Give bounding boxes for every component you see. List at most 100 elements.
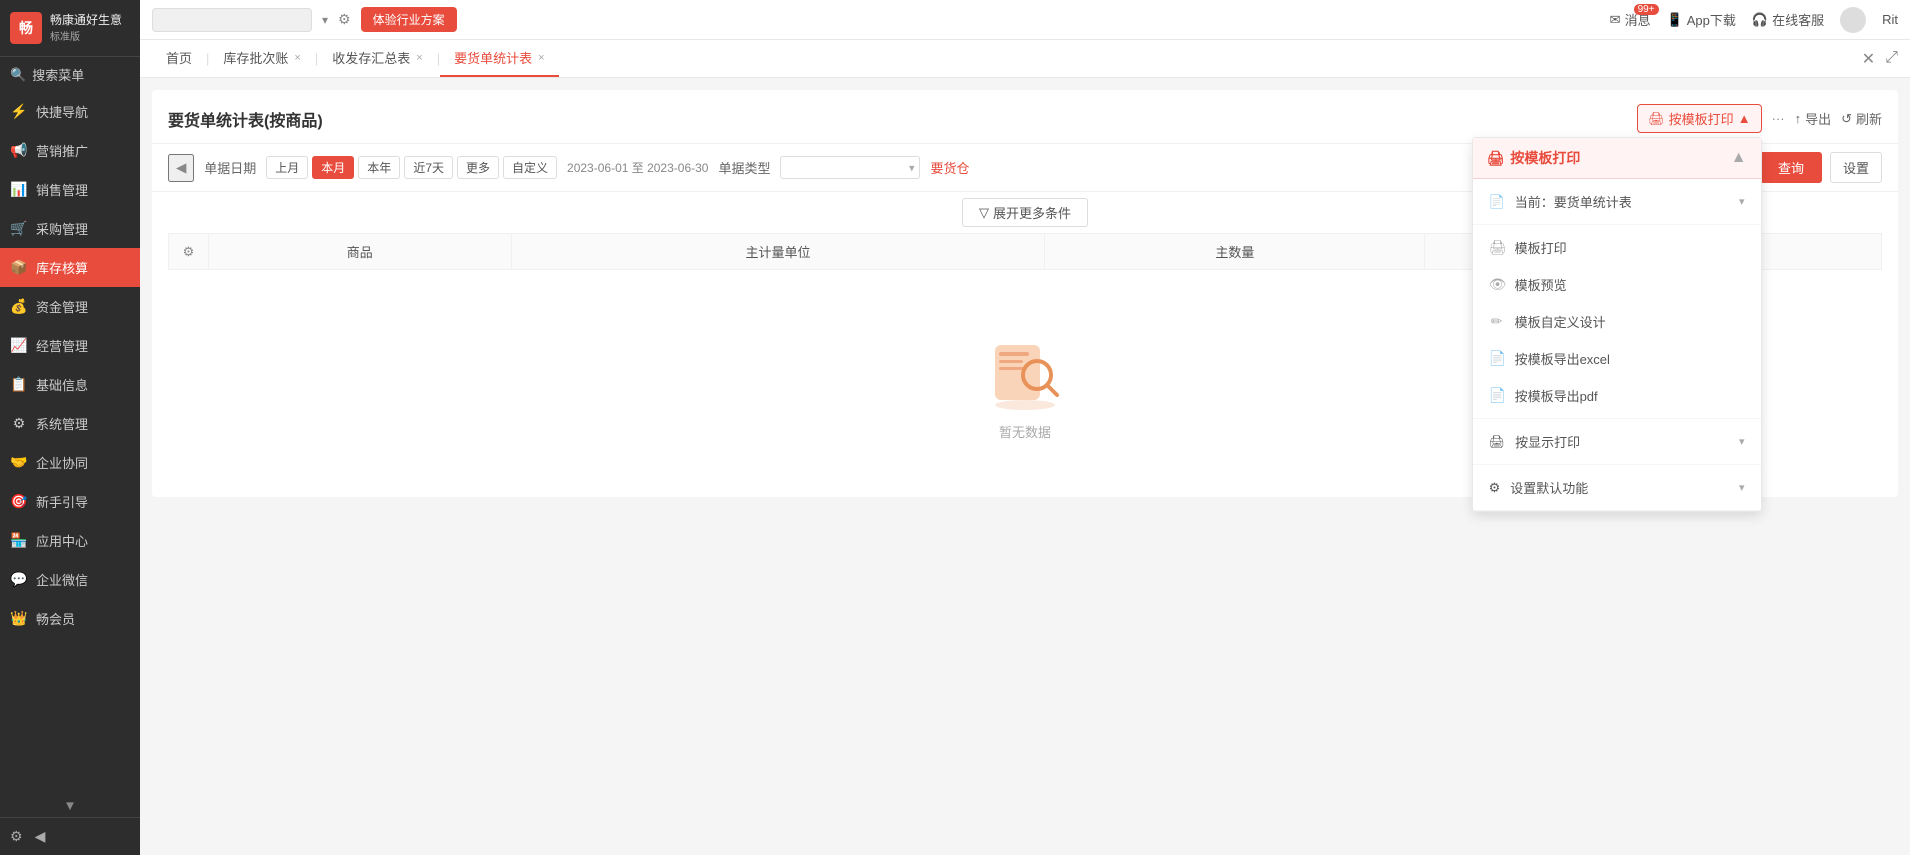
tab-receipt-close-icon[interactable]: × <box>416 52 422 64</box>
settings-footer-icon[interactable]: ⚙ <box>10 828 23 845</box>
sidebar-item-inventory[interactable]: 📦 库存核算 <box>0 248 140 287</box>
print-label: 按模板打印 <box>1669 109 1734 128</box>
tab-batch-account-label: 库存批次账 <box>223 48 288 67</box>
printer-icon: 🖨 <box>1648 111 1665 127</box>
topbar-chevron-icon[interactable]: ▾ <box>322 13 328 27</box>
print-dropdown-current-section: 📄 当前：要货单统计表 ▾ <box>1473 179 1761 225</box>
sidebar-item-label: 畅会员 <box>36 609 75 628</box>
default-func-item[interactable]: ⚙ 设置默认功能 ▾ <box>1473 469 1761 506</box>
settings-button[interactable]: 设置 <box>1830 152 1882 183</box>
page-header: 要货单统计表(按商品) 🖨 按模板打印 ▲ 🖨 <box>152 90 1898 143</box>
type-select[interactable] <box>780 156 920 179</box>
print-dropdown-title-text: 按模板打印 <box>1510 148 1580 168</box>
type-select-wrap <box>780 156 920 179</box>
sidebar-item-guide[interactable]: 🎯 新手引导 <box>0 482 140 521</box>
sidebar: 畅 畅康通好生意 标准版 🔍 搜索菜单 ⚡ 快捷导航 📢 营销推广 📊 销售管理… <box>0 0 140 855</box>
template-print-label: 模板打印 <box>1515 238 1567 257</box>
sidebar-item-purchase[interactable]: 🛒 采购管理 <box>0 209 140 248</box>
sidebar-item-sales[interactable]: 📊 销售管理 <box>0 170 140 209</box>
sidebar-item-label: 新手引导 <box>36 492 88 511</box>
print-dropdown-current[interactable]: 📄 当前：要货单统计表 ▾ <box>1473 183 1761 220</box>
sidebar-item-wechat[interactable]: 💬 企业微信 <box>0 560 140 599</box>
display-print-item[interactable]: 🖨 按显示打印 ▾ <box>1473 423 1761 460</box>
table-col-settings[interactable]: ⚙ <box>169 234 209 270</box>
sidebar-item-basic[interactable]: 📋 基础信息 <box>0 365 140 404</box>
print-button[interactable]: 🖨 按模板打印 ▲ <box>1637 104 1761 133</box>
trial-button[interactable]: 体验行业方案 <box>361 7 457 32</box>
export-label: 导出 <box>1805 109 1831 128</box>
action-buttons: 查询 设置 <box>1760 152 1882 183</box>
sidebar-item-label: 库存核算 <box>36 258 88 277</box>
sidebar-item-finance[interactable]: 💰 资金管理 <box>0 287 140 326</box>
date-last-month-button[interactable]: 上月 <box>266 156 308 179</box>
tab-batch-close-icon[interactable]: × <box>294 52 300 64</box>
sidebar-item-label: 销售管理 <box>36 180 88 199</box>
printer-icon-header: 🖨 <box>1487 150 1505 167</box>
refresh-label: 刷新 <box>1856 109 1882 128</box>
topbar-gear-icon[interactable]: ⚙ <box>338 11 351 28</box>
query-button[interactable]: 查询 <box>1760 152 1822 183</box>
logo-name: 畅康通好生意 <box>50 13 122 29</box>
sidebar-item-member[interactable]: 👑 畅会员 <box>0 599 140 638</box>
logo-icon: 畅 <box>10 12 42 44</box>
sidebar-search[interactable]: 🔍 搜索菜单 <box>0 57 140 92</box>
messages-button[interactable]: ✉ 消息 99+ <box>1610 10 1651 29</box>
date-this-month-button[interactable]: 本月 <box>312 156 354 179</box>
table-settings-icon[interactable]: ⚙ <box>183 244 195 259</box>
tab-receipt-summary[interactable]: 收发存汇总表 × <box>318 40 436 77</box>
app-download-button[interactable]: 📱 App下载 <box>1667 10 1736 29</box>
window-close-icon[interactable]: ✕ <box>1862 49 1875 69</box>
sidebar-nav: ⚡ 快捷导航 📢 营销推广 📊 销售管理 🛒 采购管理 📦 库存核算 💰 资金管… <box>0 92 140 794</box>
template-pdf-label: 按模板导出pdf <box>1515 386 1598 405</box>
tab-home[interactable]: 首页 <box>152 40 206 77</box>
sidebar-item-operation[interactable]: 📈 经营管理 <box>0 326 140 365</box>
sidebar-item-quick-nav[interactable]: ⚡ 快捷导航 <box>0 92 140 131</box>
template-export-pdf-item[interactable]: 📄 按模板导出pdf <box>1473 377 1761 414</box>
topbar-search-input[interactable] <box>152 8 312 32</box>
avatar[interactable] <box>1840 7 1866 33</box>
sidebar-item-marketing[interactable]: 📢 营销推广 <box>0 131 140 170</box>
sidebar-item-appstore[interactable]: 🏪 应用中心 <box>0 521 140 560</box>
headset-icon: 🎧 <box>1752 12 1768 28</box>
table-col-quantity: 主数量 <box>1045 234 1425 270</box>
default-func-section: ⚙ 设置默认功能 ▾ <box>1473 465 1761 511</box>
template-excel-label: 按模板导出excel <box>1515 349 1610 368</box>
tab-order-stats[interactable]: 要货单统计表 × <box>440 40 558 77</box>
template-design-item[interactable]: ✏ 模板自定义设计 <box>1473 303 1761 340</box>
sidebar-scroll-down[interactable]: ▼ <box>0 794 140 817</box>
template-preview-item[interactable]: 👁 模板预览 <box>1473 266 1761 303</box>
print-button-wrap: 🖨 按模板打印 ▲ 🖨 按模板打印 ▲ <box>1637 104 1761 133</box>
collapse-icon[interactable]: ◀ <box>35 828 46 845</box>
refresh-icon: ↺ <box>1841 111 1852 127</box>
template-export-excel-item[interactable]: 📄 按模板导出excel <box>1473 340 1761 377</box>
service-button[interactable]: 🎧 在线客服 <box>1752 10 1824 29</box>
print-dropdown-close-icon[interactable]: ▲ <box>1731 149 1747 167</box>
default-func-icon: ⚙ <box>1489 480 1501 496</box>
more-icon[interactable]: ··· <box>1772 111 1785 126</box>
tab-batch-account[interactable]: 库存批次账 × <box>209 40 314 77</box>
export-button[interactable]: ↑ 导出 <box>1795 109 1832 128</box>
window-expand-icon[interactable]: ⤢ <box>1885 49 1898 69</box>
sidebar-item-system[interactable]: ⚙ 系统管理 <box>0 404 140 443</box>
date-last-7days-button[interactable]: 近7天 <box>404 156 453 179</box>
current-label: 当前：要货单统计表 <box>1515 192 1632 211</box>
page-content: 要货单统计表(按商品) 🖨 按模板打印 ▲ 🖨 <box>140 78 1910 855</box>
export-icon: ↑ <box>1795 111 1802 126</box>
date-this-year-button[interactable]: 本年 <box>358 156 400 179</box>
empty-illustration <box>975 330 1075 410</box>
sidebar-item-collab[interactable]: 🤝 企业协同 <box>0 443 140 482</box>
print-arrow-icon: ▲ <box>1738 111 1751 126</box>
filter-collapse-button[interactable]: ◀ <box>168 154 194 182</box>
tab-receipt-label: 收发存汇总表 <box>332 48 410 67</box>
refresh-button[interactable]: ↺ 刷新 <box>1841 109 1882 128</box>
expand-more-button[interactable]: ▽ 展开更多条件 <box>962 198 1088 227</box>
tab-bar: 首页 | 库存批次账 × | 收发存汇总表 × | 要货单统计表 × ✕ ⤢ <box>140 40 1910 78</box>
date-more-button[interactable]: 更多 <box>457 156 499 179</box>
expand-icon: ▽ <box>979 205 989 221</box>
template-print-item[interactable]: 🖨 模板打印 <box>1473 229 1761 266</box>
template-preview-icon: 👁 <box>1489 276 1505 293</box>
tab-order-close-icon[interactable]: × <box>538 52 544 64</box>
finance-icon: 💰 <box>10 298 28 316</box>
app-icon: 📱 <box>1667 12 1683 28</box>
date-custom-button[interactable]: 自定义 <box>503 156 557 179</box>
